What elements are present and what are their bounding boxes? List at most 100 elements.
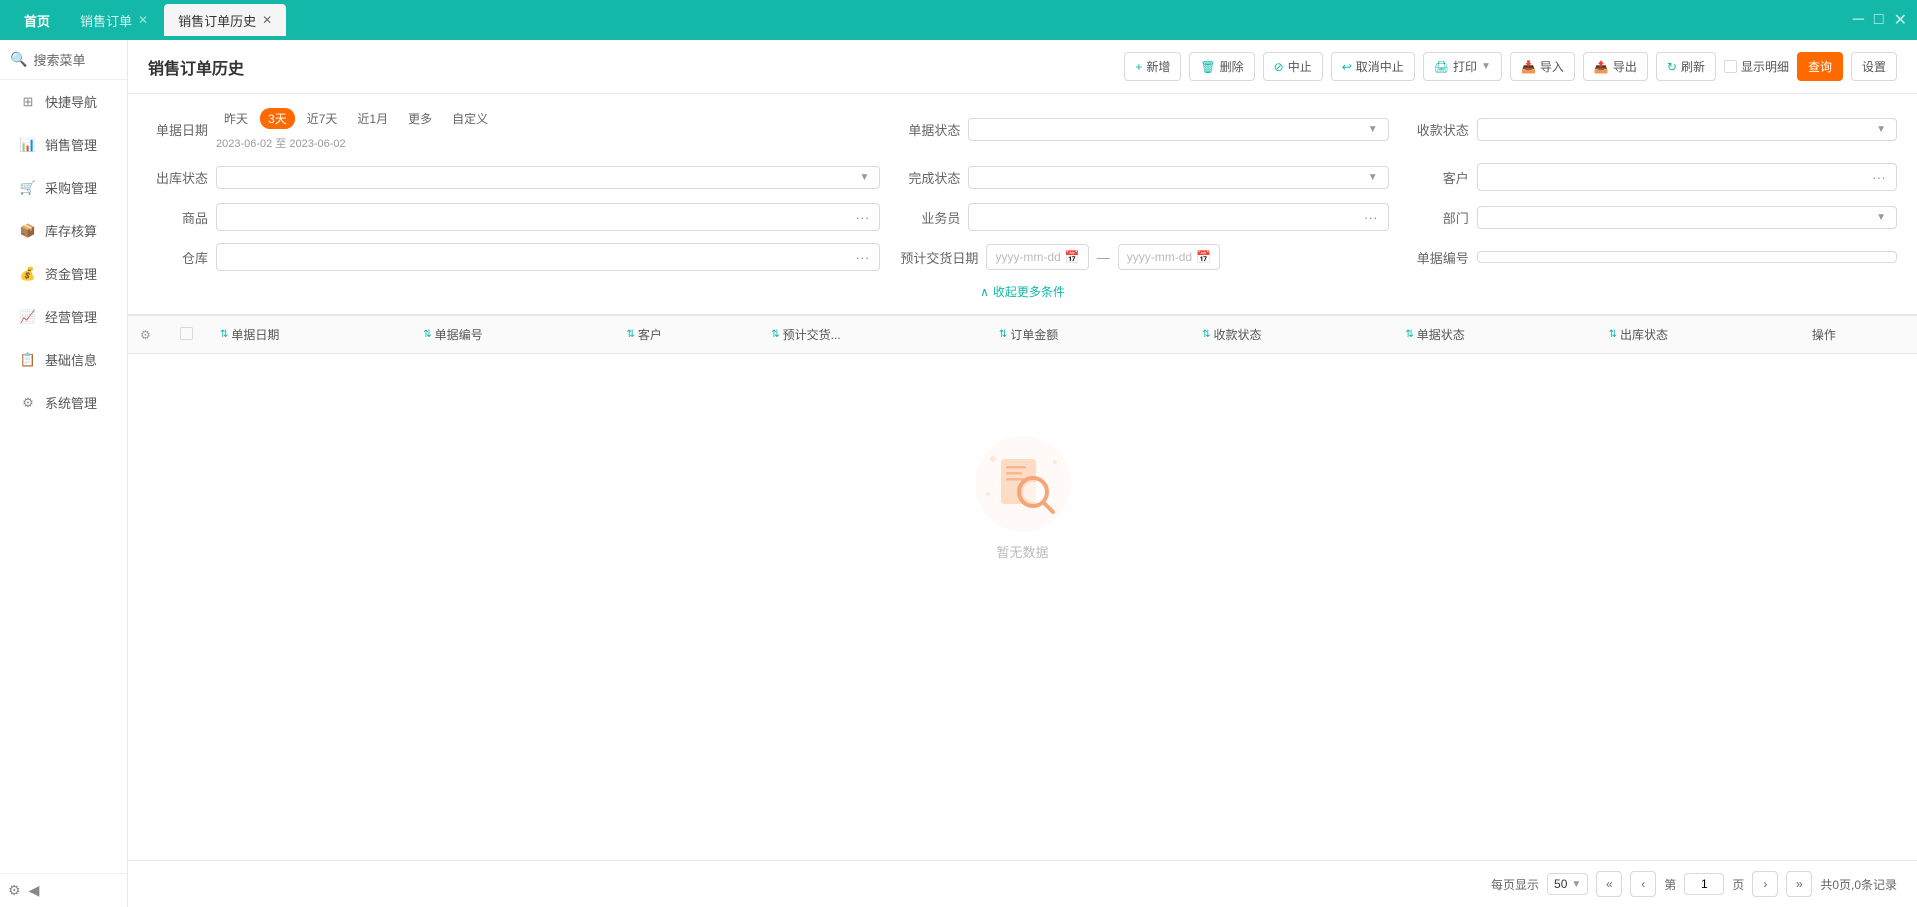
tab-home[interactable]: 首页 <box>10 4 64 36</box>
page-size-label: 每页显示 <box>1491 876 1539 893</box>
sidebar-item-quick-nav[interactable]: ⊞ 快捷导航 <box>0 80 127 123</box>
sidebar-item-label: 快捷导航 <box>45 92 97 111</box>
th-order-no: ⇅ 单据编号 <box>411 316 614 354</box>
expected-delivery-from[interactable]: yyyy-mm-dd 📅 <box>986 244 1088 270</box>
th-date: ⇅ 单据日期 <box>208 316 411 354</box>
display-toggle-checkbox[interactable] <box>1724 60 1737 73</box>
column-settings-icon[interactable]: ⚙ <box>140 328 151 342</box>
query-button[interactable]: 查询 <box>1797 52 1843 81</box>
date-pill-1month[interactable]: 近1月 <box>349 108 396 129</box>
last-page-btn[interactable]: » <box>1786 871 1812 897</box>
warehouse-label: 仓库 <box>148 248 208 267</box>
minimize-btn[interactable]: ─ <box>1853 11 1864 29</box>
close-sales-order-tab[interactable]: ✕ <box>138 13 148 27</box>
export-btn-label: 导出 <box>1613 58 1637 75</box>
completion-status-arrow-icon: ▼ <box>1368 172 1378 183</box>
expected-delivery-to[interactable]: yyyy-mm-dd 📅 <box>1118 244 1220 270</box>
next-page-btn[interactable]: › <box>1752 871 1778 897</box>
customer-select[interactable]: ··· <box>1477 163 1897 191</box>
outbound-status-select[interactable]: ▼ <box>216 166 880 189</box>
filter-warehouse: 仓库 ··· <box>148 243 880 271</box>
operations-icon: 📈 <box>19 308 37 326</box>
sidebar-item-purchase-mgmt[interactable]: 🛒 采购管理 <box>0 166 127 209</box>
import-button[interactable]: 📥 导入 <box>1510 52 1575 81</box>
select-all-checkbox[interactable] <box>180 327 193 340</box>
collapse-label: 收起更多条件 <box>993 283 1065 300</box>
page-size-dropdown-icon: ▼ <box>1571 879 1581 890</box>
th-outbound-status: ⇅ 出库状态 <box>1597 316 1800 354</box>
order-no-input[interactable] <box>1477 251 1897 263</box>
print-button[interactable]: 🖨 打印 ▼ <box>1423 52 1502 81</box>
export-icon: 📤 <box>1594 60 1609 74</box>
sort-date-icon[interactable]: ⇅ <box>220 329 228 340</box>
sort-order-no-icon[interactable]: ⇅ <box>423 329 431 340</box>
sidebar-search[interactable]: 🔍 搜索菜单 <box>0 40 127 80</box>
sort-receipt-status-icon[interactable]: ⇅ <box>1202 329 1210 340</box>
receipt-status-select[interactable]: ▼ <box>1477 118 1897 141</box>
next-page-icon: › <box>1763 877 1767 891</box>
date-pill-7days[interactable]: 近7天 <box>299 108 346 129</box>
cancel-stop-button[interactable]: ↩ 取消中止 <box>1331 52 1415 81</box>
sort-outbound-status-icon[interactable]: ⇅ <box>1609 329 1617 340</box>
expected-delivery-label: 预计交货日期 <box>900 248 978 267</box>
sidebar-item-label: 系统管理 <box>45 393 97 412</box>
purchase-mgmt-icon: 🛒 <box>19 179 37 197</box>
close-sales-order-history-tab[interactable]: ✕ <box>262 13 272 27</box>
product-select[interactable]: ··· <box>216 203 880 231</box>
collapse-sidebar-btn[interactable]: ◀ <box>29 882 40 899</box>
date-pill-more[interactable]: 更多 <box>400 108 440 129</box>
sidebar-item-finance[interactable]: 💰 资金管理 <box>0 252 127 295</box>
customer-label: 客户 <box>1409 168 1469 187</box>
sales-rep-dots-icon: ··· <box>1364 209 1378 225</box>
th-outbound-status-label: 出库状态 <box>1620 326 1668 343</box>
inventory-icon: 📦 <box>19 222 37 240</box>
date-pill-yesterday[interactable]: 昨天 <box>216 108 256 129</box>
page-number-input[interactable] <box>1684 873 1724 895</box>
sidebar-item-sales-mgmt[interactable]: 📊 销售管理 <box>0 123 127 166</box>
th-order-status-label: 单据状态 <box>1417 326 1465 343</box>
finance-icon: 💰 <box>19 265 37 283</box>
sort-expected-delivery-icon[interactable]: ⇅ <box>771 329 779 340</box>
toolbar: + 新增 🗑 删除 ⊘ 中止 ↩ 取消中止 🖨 打印 <box>1124 52 1897 81</box>
sidebar-item-operations[interactable]: 📈 经营管理 <box>0 295 127 338</box>
sidebar-item-inventory[interactable]: 📦 库存核算 <box>0 209 127 252</box>
first-page-btn[interactable]: « <box>1596 871 1622 897</box>
receipt-status-label: 收款状态 <box>1409 120 1469 139</box>
maximize-btn[interactable]: □ <box>1874 11 1884 29</box>
export-button[interactable]: 📤 导出 <box>1583 52 1648 81</box>
prev-page-btn[interactable]: ‹ <box>1630 871 1656 897</box>
date-pill-custom[interactable]: 自定义 <box>444 108 496 129</box>
new-button[interactable]: + 新增 <box>1124 52 1181 81</box>
tab-home-label: 首页 <box>24 11 50 30</box>
sales-rep-select[interactable]: ··· <box>968 203 1388 231</box>
display-toggle[interactable]: 显示明细 <box>1724 58 1789 75</box>
warehouse-dots-icon: ··· <box>855 249 869 265</box>
data-table: ⚙ ⇅ 单据日期 ⇅ <box>128 315 1917 641</box>
settings-button[interactable]: 设置 <box>1851 52 1897 81</box>
dept-select[interactable]: ▼ <box>1477 206 1897 229</box>
stop-button[interactable]: ⊘ 中止 <box>1263 52 1323 81</box>
close-btn[interactable]: ✕ <box>1894 10 1907 30</box>
completion-status-select[interactable]: ▼ <box>968 166 1388 189</box>
page-header: 销售订单历史 + 新增 🗑 删除 ⊘ 中止 ↩ 取消中止 <box>128 40 1917 94</box>
sort-order-amount-icon[interactable]: ⇅ <box>999 329 1007 340</box>
tab-sales-order-history[interactable]: 销售订单历史 ✕ <box>164 4 286 36</box>
sidebar-item-basic-info[interactable]: 📋 基础信息 <box>0 338 127 381</box>
refresh-button[interactable]: ↻ 刷新 <box>1656 52 1716 81</box>
sort-customer-icon[interactable]: ⇅ <box>627 329 635 340</box>
warehouse-select[interactable]: ··· <box>216 243 880 271</box>
page-size-select[interactable]: 50 ▼ <box>1547 873 1588 895</box>
date-pill-3days[interactable]: 3天 <box>260 108 295 129</box>
sidebar-item-sys-mgmt[interactable]: ⚙ 系统管理 <box>0 381 127 424</box>
calendar-from-icon: 📅 <box>1065 250 1080 264</box>
tab-sales-order[interactable]: 销售订单 ✕ <box>66 4 162 36</box>
collapse-filters-btn[interactable]: ∧ 收起更多条件 <box>148 283 1897 300</box>
customer-dots-icon: ··· <box>1872 169 1886 185</box>
settings-btn-label: 设置 <box>1862 58 1886 75</box>
settings-bottom-btn[interactable]: ⚙ <box>8 882 21 899</box>
sidebar-search-label: 搜索菜单 <box>33 50 85 69</box>
delete-button[interactable]: 🗑 删除 <box>1189 52 1254 81</box>
sort-order-status-icon[interactable]: ⇅ <box>1405 329 1413 340</box>
order-status-select[interactable]: ▼ <box>968 118 1388 141</box>
sidebar-item-label: 资金管理 <box>45 264 97 283</box>
